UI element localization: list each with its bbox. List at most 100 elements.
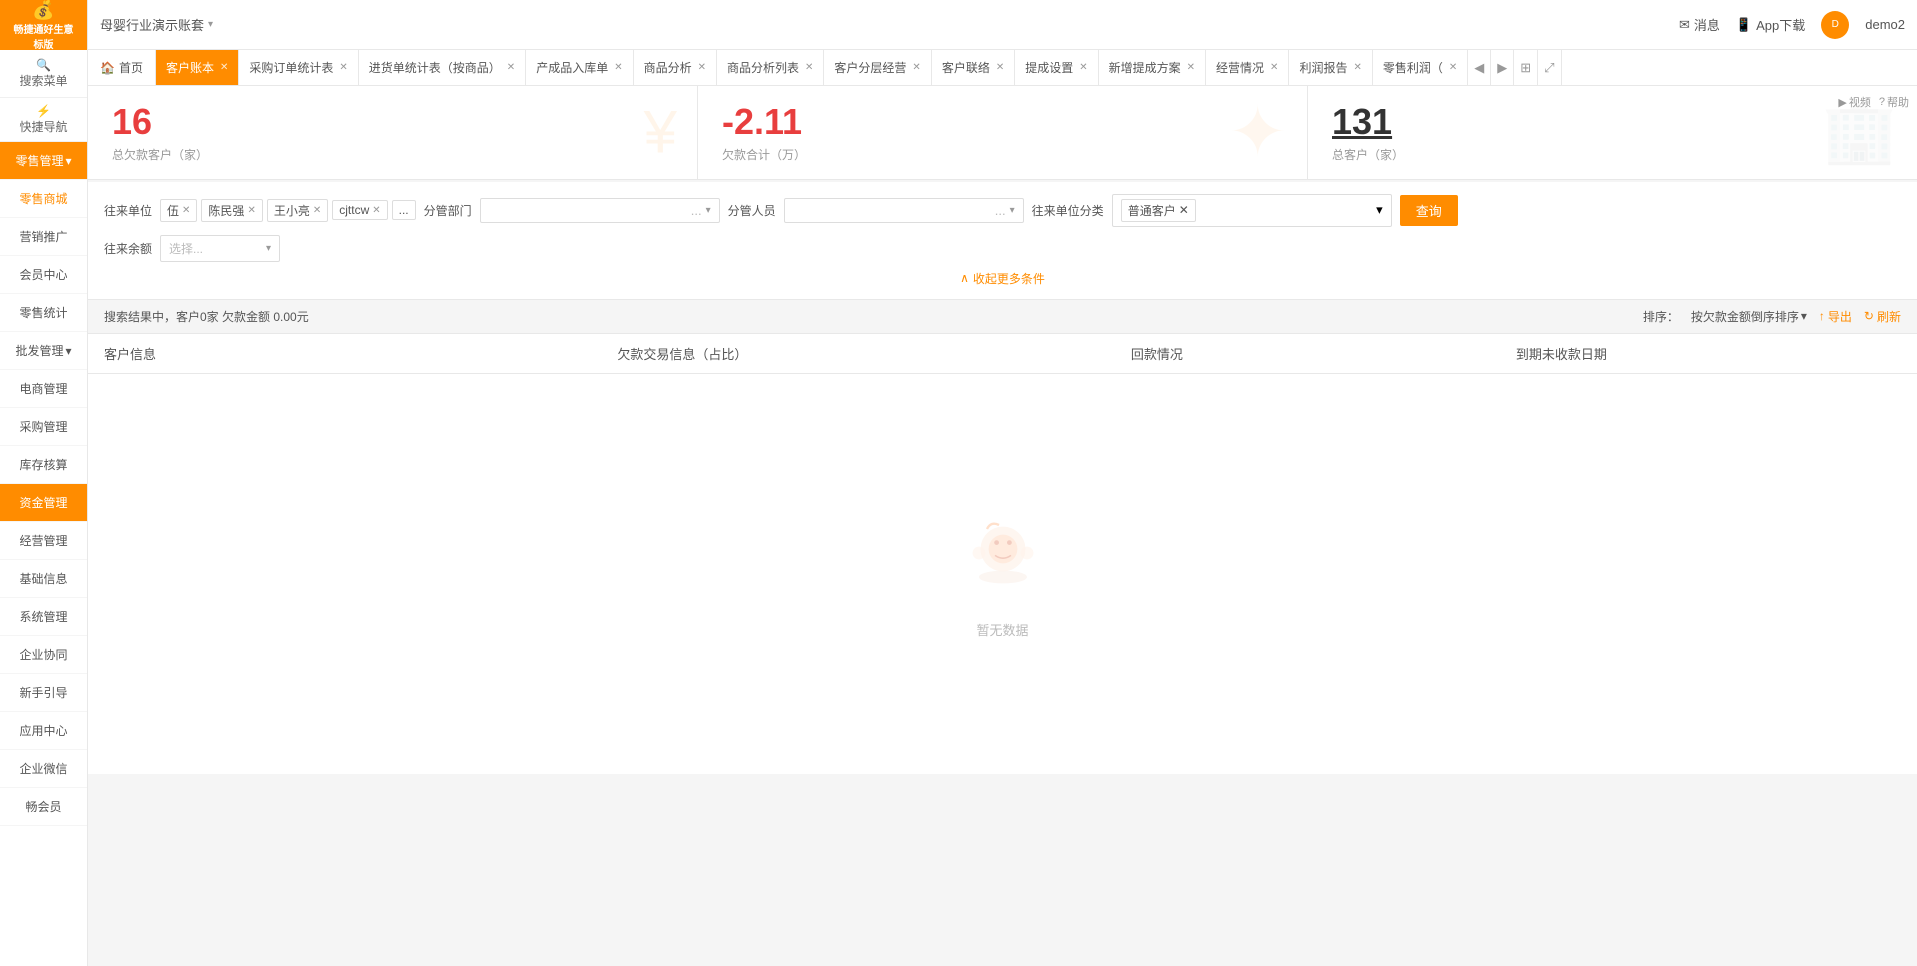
- sidebar: 💰 畅捷通好生意 标版 🔍 搜索菜单 ⚡ 快捷导航 零售管理 ▾ 零售商城 营销…: [0, 0, 88, 966]
- sidebar-item-marketing[interactable]: 营销推广: [0, 218, 87, 256]
- tab-raise-settings[interactable]: 提成设置 ✕: [1015, 50, 1098, 86]
- filter-tag-more[interactable]: ...: [392, 200, 416, 220]
- top-header-left: 母婴行业演示账套 ▾: [100, 15, 213, 34]
- table-header: 客户信息 欠款交易信息（占比） 回款情况 到期未收款日期: [88, 334, 1917, 374]
- tab-nav-fullscreen[interactable]: ⤢: [1538, 50, 1561, 86]
- balance-select[interactable]: 选择... ▾: [160, 235, 280, 262]
- sidebar-item-system[interactable]: 系统管理: [0, 598, 87, 636]
- industry-label: 母婴行业演示账套: [100, 15, 204, 34]
- tab-customer-layer[interactable]: 客户分层经营 ✕: [824, 50, 931, 86]
- unit-class-tag-remove[interactable]: ✕: [1179, 203, 1189, 217]
- tab-product-analysis[interactable]: 商品分析 ✕: [634, 50, 717, 86]
- tab-home[interactable]: 🏠 首页: [88, 50, 156, 86]
- sidebar-item-member[interactable]: 会员中心: [0, 256, 87, 294]
- sidebar-item-basic-info[interactable]: 基础信息: [0, 560, 87, 598]
- tab-nav-more[interactable]: ⊞: [1514, 50, 1538, 86]
- industry-selector[interactable]: 母婴行业演示账套 ▾: [100, 15, 213, 34]
- sidebar-item-inventory[interactable]: 库存核算: [0, 446, 87, 484]
- filter-tag-wu-remove[interactable]: ✕: [182, 205, 190, 216]
- tab-profit-report-close[interactable]: ✕: [1353, 62, 1361, 73]
- dept-arrow: ▾: [706, 205, 711, 216]
- tab-product-stock[interactable]: 产成品入库单 ✕: [526, 50, 633, 86]
- tab-retail-profit-close[interactable]: ✕: [1449, 62, 1457, 73]
- logo-sub: 标版: [34, 36, 54, 51]
- tab-new-raise-close[interactable]: ✕: [1187, 62, 1195, 73]
- collapse-icon: ∧: [960, 271, 969, 285]
- table-col-payment: 回款情况: [1131, 344, 1516, 363]
- tab-product-analysis-list[interactable]: 商品分析列表 ✕: [717, 50, 824, 86]
- sidebar-item-app-center[interactable]: 应用中心: [0, 712, 87, 750]
- collapse-label: 收起更多条件: [973, 270, 1045, 287]
- tab-retail-profit[interactable]: 零售利润（ ✕: [1373, 50, 1468, 86]
- sidebar-item-vip-member[interactable]: 畅会员: [0, 788, 87, 826]
- tab-purchase-order[interactable]: 采购订单统计表 ✕: [239, 50, 358, 86]
- unit-class-label: 往来单位分类: [1032, 202, 1104, 219]
- sidebar-item-enterprise-wechat[interactable]: 企业微信: [0, 750, 87, 788]
- tab-product-analysis-list-close[interactable]: ✕: [805, 62, 813, 73]
- tab-raise-settings-close[interactable]: ✕: [1079, 62, 1087, 73]
- sidebar-item-retail-mall[interactable]: 零售商城: [0, 180, 87, 218]
- filter-tag-wu: 伍 ✕: [160, 199, 197, 222]
- tab-customer-layer-close[interactable]: ✕: [912, 62, 920, 73]
- unit-class-tag: 普通客户 ✕: [1121, 199, 1196, 222]
- sidebar-item-retail-stat[interactable]: 零售统计: [0, 294, 87, 332]
- tab-customer-contact[interactable]: 客户联络 ✕: [932, 50, 1015, 86]
- dept-select[interactable]: ... ▾: [480, 198, 720, 223]
- result-info: 搜索结果中，客户0家 欠款金额 0.00元: [104, 308, 309, 325]
- table-col-customer: 客户信息: [104, 344, 617, 363]
- sidebar-logo: 💰 畅捷通好生意 标版: [0, 0, 87, 50]
- message-btn[interactable]: ✉ 消息: [1679, 15, 1720, 34]
- app-download-btn[interactable]: 📱 App下载: [1736, 15, 1805, 34]
- sidebar-item-operation[interactable]: 经营管理: [0, 522, 87, 560]
- tab-product-analysis-close[interactable]: ✕: [698, 62, 706, 73]
- stat-bg-icon-1: ¥: [644, 98, 677, 167]
- sidebar-item-ecommerce[interactable]: 电商管理: [0, 370, 87, 408]
- tab-new-raise[interactable]: 新增提成方案 ✕: [1099, 50, 1206, 86]
- filter-tag-chen-remove[interactable]: ✕: [247, 205, 255, 216]
- refresh-icon: ↻: [1864, 309, 1874, 323]
- sidebar-search[interactable]: 🔍 搜索菜单: [0, 50, 87, 98]
- tab-customer-contact-label: 客户联络: [942, 59, 990, 76]
- collapse-btn[interactable]: ∧ 收起更多条件: [104, 270, 1901, 287]
- refresh-btn[interactable]: ↻ 刷新: [1864, 308, 1901, 325]
- stat-label-customers: 总欠款客户（家）: [112, 146, 673, 163]
- sidebar-item-wholesale[interactable]: 批发管理 ▾: [0, 332, 87, 370]
- filter-tag-cj-remove[interactable]: ✕: [372, 205, 380, 216]
- table-container: 客户信息 欠款交易信息（占比） 回款情况 到期未收款日期: [88, 334, 1917, 774]
- sort-select[interactable]: 按欠款金额倒序排序 ▾: [1691, 308, 1807, 325]
- tab-product-stock-close[interactable]: ✕: [614, 62, 622, 73]
- tab-customer-book[interactable]: 客户账本 ✕: [156, 50, 239, 86]
- tab-customer-book-close[interactable]: ✕: [220, 62, 228, 73]
- result-actions: 排序： 按欠款金额倒序排序 ▾ ↑ 导出 ↻ 刷新: [1643, 308, 1901, 325]
- tab-stock-stat-close[interactable]: ✕: [507, 62, 515, 73]
- message-label: 消息: [1694, 15, 1720, 34]
- sidebar-quicknav[interactable]: ⚡ 快捷导航: [0, 98, 87, 142]
- unit-class-select[interactable]: 普通客户 ✕ ▾: [1112, 194, 1392, 227]
- export-btn[interactable]: ↑ 导出: [1819, 308, 1852, 325]
- tab-operation[interactable]: 经营情况 ✕: [1206, 50, 1289, 86]
- unit-class-tag-label: 普通客户: [1128, 202, 1176, 219]
- tab-stock-stat[interactable]: 进货单统计表（按商品） ✕: [359, 50, 526, 86]
- unit-label: 往来单位: [104, 202, 152, 219]
- sort-label: 排序：: [1643, 308, 1679, 325]
- tab-nav-prev[interactable]: ◀: [1468, 50, 1491, 86]
- query-button[interactable]: 查询: [1400, 195, 1458, 226]
- filter-tag-wang-remove[interactable]: ✕: [313, 205, 321, 216]
- sidebar-item-purchase[interactable]: 采购管理: [0, 408, 87, 446]
- tab-customer-contact-close[interactable]: ✕: [996, 62, 1004, 73]
- sidebar-item-enterprise[interactable]: 企业协同: [0, 636, 87, 674]
- export-icon: ↑: [1819, 309, 1825, 323]
- tab-profit-report[interactable]: 利润报告 ✕: [1289, 50, 1372, 86]
- tab-operation-close[interactable]: ✕: [1270, 62, 1278, 73]
- sidebar-item-retail[interactable]: 零售管理 ▾: [0, 142, 87, 180]
- sidebar-item-newbie[interactable]: 新手引导: [0, 674, 87, 712]
- tab-purchase-order-close[interactable]: ✕: [339, 62, 347, 73]
- stat-bg-icon-2: ✦: [1228, 91, 1287, 173]
- tab-nav-next[interactable]: ▶: [1491, 50, 1514, 86]
- tab-product-analysis-label: 商品分析: [644, 59, 692, 76]
- sort-arrow: ▾: [1801, 309, 1807, 323]
- person-select[interactable]: ... ▾: [784, 198, 1024, 223]
- dept-more-dots: ...: [691, 203, 702, 218]
- sidebar-item-finance[interactable]: 资金管理: [0, 484, 87, 522]
- user-avatar[interactable]: D: [1821, 11, 1849, 39]
